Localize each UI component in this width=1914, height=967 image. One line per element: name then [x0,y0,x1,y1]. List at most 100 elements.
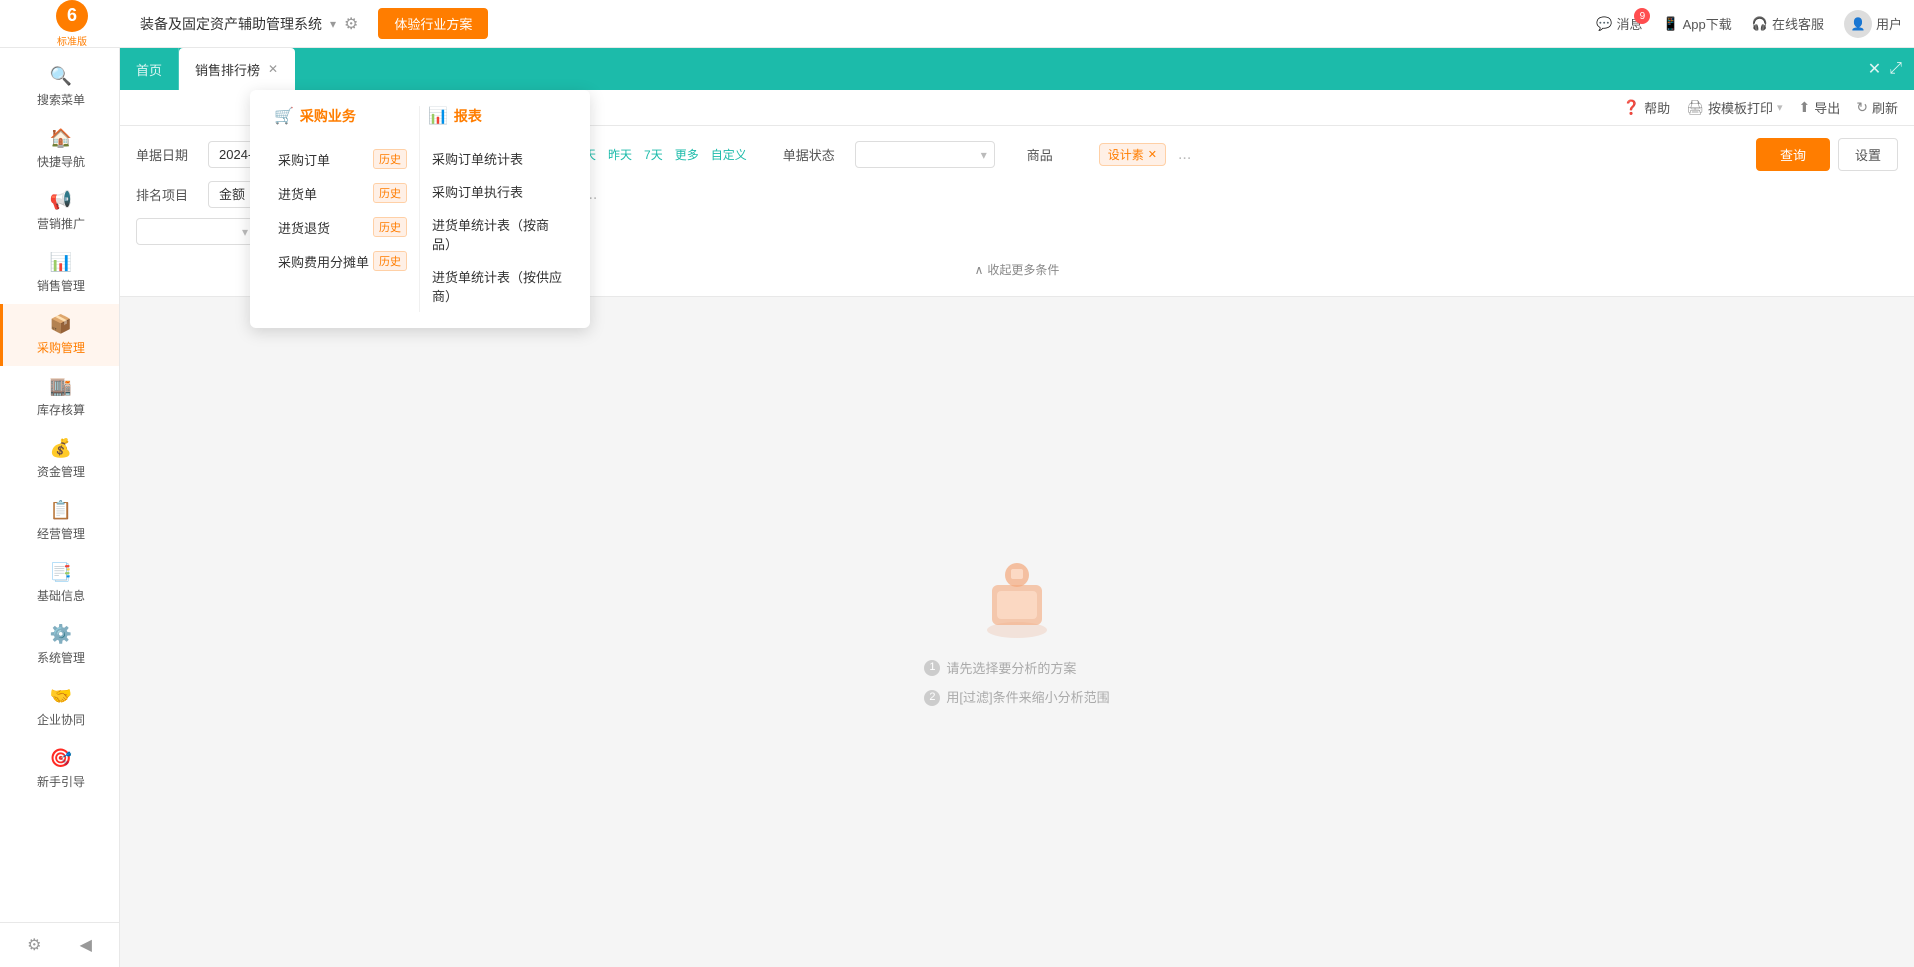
extra-select-wrap: ▾ [136,218,256,245]
sidebar-item-guide[interactable]: 🎯 新手引导 [0,738,119,800]
settings-button[interactable]: 设置 [1838,138,1898,171]
logo-label: 标准版 [57,33,87,48]
query-button[interactable]: 查询 [1756,138,1830,171]
print-icon: 🖨 [1686,99,1704,116]
messages-btn[interactable]: 💬 消息 9 [1596,14,1642,33]
print-action[interactable]: 🖨 按模板打印 ▾ [1686,98,1782,117]
print-dropdown-icon: ▾ [1777,101,1783,114]
goods-tag: 设计素 ✕ [1099,143,1166,166]
goods-label: 商品 [1027,145,1087,164]
message-icon: 💬 [1596,16,1612,32]
purchase-business-col: 🛒 采购业务 采购订单 历史 进货单 历史 进货退货 历史 采购费用分摊单 [266,106,420,312]
empty-hint-1: 1 请先选择要分析的方案 [924,657,1109,680]
dropdown-item-return[interactable]: 进货退货 历史 [274,210,411,244]
home-icon: 🏠 [50,128,72,149]
sidebar-item-system[interactable]: ⚙️ 系统管理 [0,614,119,676]
sidebar-item-search[interactable]: 🔍 搜索菜单 [0,56,119,118]
sidebar-item-marketing[interactable]: 📢 营销推广 [0,180,119,242]
empty-text: 1 请先选择要分析的方案 2 用[过滤]条件来缩小分析范围 [924,657,1109,710]
refresh-icon: ↻ [1856,99,1868,116]
headset-icon: 🎧 [1752,16,1768,32]
tab-bar-actions: ✕ ⤢ [1856,48,1914,90]
sidebar-bottom: ⚙ ◀ [0,922,119,967]
report-col: 📊 报表 采购订单统计表 采购订单执行表 进货单统计表（按商品） 进货单统计表（… [420,106,574,312]
dropdown-item-order-exec[interactable]: 采购订单执行表 [428,175,566,208]
dropdown-item-receipt-by-supplier[interactable]: 进货单统计表（按供应商） [428,260,566,312]
empty-hint-2: 2 用[过滤]条件来缩小分析范围 [924,686,1109,709]
shortcut-more[interactable]: 更多 [671,144,703,165]
voucher-status-select-wrap: ▾ [855,141,995,168]
history-tag-3: 历史 [373,217,407,237]
app-download-btn[interactable]: 📱 App下载 [1662,14,1731,33]
refresh-action[interactable]: ↻ 刷新 [1856,98,1898,117]
shortcut-yesterday[interactable]: 昨天 [604,144,636,165]
tab-close-icon[interactable]: ✕ [268,62,278,76]
sidebar-item-basic-info[interactable]: 📑 基础信息 [0,552,119,614]
help-action[interactable]: ❓ 帮助 [1623,98,1670,117]
sidebar-item-inventory[interactable]: 🏬 库存核算 [0,366,119,428]
dropdown-item-order-stats[interactable]: 采购订单统计表 [428,142,566,175]
top-header: 6 标准版 装备及固定资产辅助管理系统 ▾ ⚙ 体验行业方案 💬 消息 9 📱 … [0,0,1914,48]
sidebar-item-sales[interactable]: 📊 销售管理 [0,242,119,304]
tab-close-all-icon[interactable]: ✕ [1868,59,1881,79]
dropdown-item-expense[interactable]: 采购费用分摊单 历史 [274,244,411,278]
header-right: 💬 消息 9 📱 App下载 🎧 在线客服 👤 用户 [1596,10,1902,38]
purchase-icon: 📦 [50,314,72,335]
inventory-icon: 🏬 [50,376,72,397]
sidebar-item-finance[interactable]: 💰 资金管理 [0,428,119,490]
tab-sales-rank[interactable]: 销售排行榜 ✕ [179,48,295,90]
trial-button[interactable]: 体验行业方案 [378,8,488,39]
basic-info-icon: 📑 [50,562,72,583]
dropdown-item-purchase-order[interactable]: 采购订单 历史 [274,142,411,176]
date-label: 单据日期 [136,145,196,164]
goods-more-dots[interactable]: ... [1178,146,1191,164]
sidebar-item-operations[interactable]: 📋 经营管理 [0,490,119,552]
tab-home[interactable]: 首页 [120,48,179,90]
title-dropdown-arrow[interactable]: ▾ [330,17,336,31]
system-gear-icon[interactable]: ⚙ [344,14,358,34]
help-icon: ❓ [1623,99,1640,116]
history-tag-4: 历史 [373,251,407,271]
messages-badge: 9 [1634,8,1650,24]
shortcut-7days[interactable]: 7天 [640,144,667,165]
collapse-button[interactable]: ∧ 收起更多条件 [969,255,1066,284]
sidebar-collapse-icon[interactable]: ◀ [80,935,92,955]
avatar: 👤 [1844,10,1872,38]
phone-icon: 📱 [1662,16,1678,32]
history-tag-2: 历史 [373,183,407,203]
extra-select[interactable] [136,218,256,245]
content-area: 首页 销售排行榜 ✕ ✕ ⤢ ❓ 帮助 🖨 按模板打印 ▾ ⬆ [120,48,1914,967]
voucher-status-select[interactable] [855,141,995,168]
dropdown-item-receipt[interactable]: 进货单 历史 [274,176,411,210]
sidebar-item-purchase[interactable]: 📦 采购管理 [0,304,119,366]
sidebar-settings-icon[interactable]: ⚙ [27,935,41,955]
operations-icon: 📋 [50,500,72,521]
history-tag-1: 历史 [373,149,407,169]
rank-label: 排名项目 [136,185,196,204]
purchase-section-title: 🛒 采购业务 [274,106,411,132]
goods-tag-close[interactable]: ✕ [1148,148,1157,161]
main-layout: 🔍 搜索菜单 🏠 快捷导航 📢 营销推广 📊 销售管理 📦 采购管理 🏬 库存核… [0,48,1914,967]
sidebar-item-quicknav[interactable]: 🏠 快捷导航 [0,118,119,180]
empty-icon [967,555,1067,645]
export-action[interactable]: ⬆ 导出 [1799,98,1841,117]
report-section-icon: 📊 [428,106,448,126]
dropdown-item-receipt-by-goods[interactable]: 进货单统计表（按商品） [428,208,566,260]
search-icon: 🔍 [50,66,72,87]
collab-icon: 🤝 [50,686,72,707]
sales-icon: 📊 [50,252,72,273]
empty-state: 1 请先选择要分析的方案 2 用[过滤]条件来缩小分析范围 [120,297,1914,967]
voucher-status-label: 单据状态 [783,145,843,164]
guide-icon: 🎯 [50,748,72,769]
online-service-btn[interactable]: 🎧 在线客服 [1752,14,1824,33]
report-section-title: 📊 报表 [428,106,566,132]
logo-icon: 6 [56,0,88,32]
tab-maximize-icon[interactable]: ⤢ [1889,60,1902,78]
finance-icon: 💰 [50,438,72,459]
user-menu-btn[interactable]: 👤 用户 [1844,10,1902,38]
logo-area: 6 标准版 [12,0,132,48]
shortcut-custom[interactable]: 自定义 [707,144,751,165]
sidebar-item-collab[interactable]: 🤝 企业协同 [0,676,119,738]
system-title-text: 装备及固定资产辅助管理系统 [140,14,322,34]
system-title: 装备及固定资产辅助管理系统 ▾ ⚙ 体验行业方案 [140,8,1596,39]
